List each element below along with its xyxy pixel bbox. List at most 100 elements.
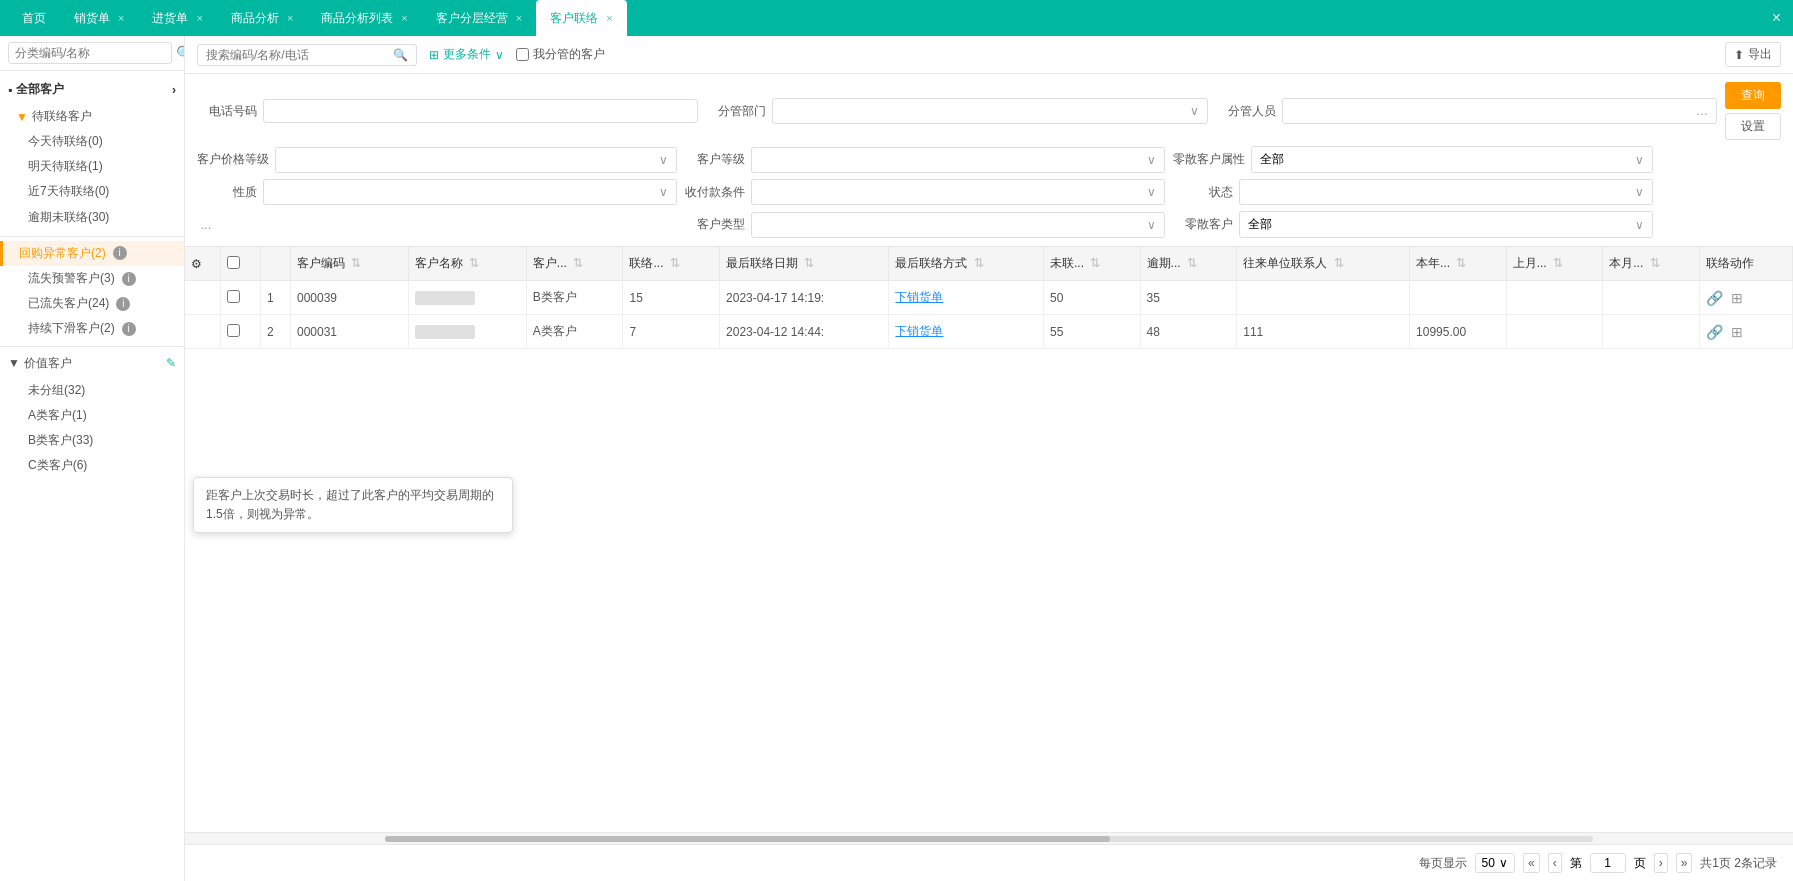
sort-icon-uncontacted[interactable]: ⇅ (1090, 256, 1100, 270)
nav-item-customer-layer[interactable]: 客户分层经营 × (422, 0, 536, 36)
export-button[interactable]: ⬆ 导出 (1725, 42, 1781, 67)
sort-icon-type[interactable]: ⇅ (573, 256, 583, 270)
person-select[interactable]: … (1282, 98, 1717, 124)
sidebar-item-a-class[interactable]: A类客户(1) (0, 403, 184, 428)
customer-type-select[interactable]: ∨ (751, 212, 1165, 238)
last-page-btn[interactable]: » (1676, 853, 1693, 873)
my-customers-checkbox[interactable] (516, 48, 529, 61)
th-contact[interactable]: 联络... ⇅ (623, 247, 720, 281)
sidebar-search-icon[interactable]: 🔍 (176, 45, 185, 61)
cell-checkbox-1[interactable] (221, 281, 261, 315)
next-page-btn[interactable]: › (1654, 853, 1668, 873)
sidebar-item-b-class[interactable]: B类客户(33) (0, 428, 184, 453)
sort-icon-this-month[interactable]: ⇅ (1650, 256, 1660, 270)
sidebar-item-churned[interactable]: 已流失客户(24) i (0, 291, 184, 316)
sidebar-item-overdue[interactable]: 逾期未联络(30) (0, 205, 184, 230)
nav-close-product-list[interactable]: × (401, 0, 407, 36)
nav-close-purchase[interactable]: × (196, 0, 202, 36)
sidebar-value-section[interactable]: ▼ 价值客户 ✎ (0, 351, 184, 376)
retail-attr-select[interactable]: 全部 ∨ (1251, 146, 1653, 173)
nav-item-home[interactable]: 首页 (8, 0, 60, 36)
nav-close-sales[interactable]: × (118, 0, 124, 36)
per-page-select[interactable]: 50 ∨ (1475, 853, 1515, 873)
th-customer-type[interactable]: 客户... ⇅ (526, 247, 623, 281)
sidebar-item-churn-warning[interactable]: 流失预警客户(3) i (0, 266, 184, 291)
nav-item-product-analysis[interactable]: 商品分析 × (217, 0, 307, 36)
sort-icon-code[interactable]: ⇅ (351, 256, 361, 270)
th-checkbox[interactable] (221, 247, 261, 281)
edit-icon[interactable]: ✎ (166, 356, 176, 370)
sidebar-item-repurchase-anomaly[interactable]: 回购异常客户(2) i (0, 241, 184, 266)
sort-icon-unit-contact[interactable]: ⇅ (1334, 256, 1344, 270)
cell-method-2[interactable]: 下销货单 (889, 315, 1044, 349)
cell-checkbox-2[interactable] (221, 315, 261, 349)
sidebar-item-c-class[interactable]: C类客户(6) (0, 453, 184, 478)
scroll-thumb[interactable] (385, 836, 1110, 842)
gender-select[interactable]: ∨ (263, 179, 677, 205)
more-conditions-btn[interactable]: ⊞ 更多条件 ∨ (429, 46, 504, 63)
prev-page-btn[interactable]: ‹ (1548, 853, 1562, 873)
customer-level-select[interactable]: ∨ (751, 147, 1165, 173)
sort-icon-last-month[interactable]: ⇅ (1553, 256, 1563, 270)
sort-icon-name[interactable]: ⇅ (469, 256, 479, 270)
nav-item-sales[interactable]: 销货单 × (60, 0, 138, 36)
th-last-month[interactable]: 上月... ⇅ (1506, 247, 1603, 281)
scroll-track[interactable] (385, 836, 1593, 842)
price-level-select[interactable]: ∨ (275, 147, 677, 173)
sidebar-item-ungroup[interactable]: 未分组(32) (0, 378, 184, 403)
th-unit-contact[interactable]: 往来单位联系人 ⇅ (1237, 247, 1410, 281)
th-customer-name[interactable]: 客户名称 ⇅ (408, 247, 526, 281)
page-input[interactable] (1590, 853, 1626, 873)
dept-select[interactable]: ∨ (772, 98, 1207, 124)
retail-customer-select[interactable]: 全部 ∨ (1239, 211, 1653, 238)
sidebar-all-customers[interactable]: ▪ 全部客户 › (0, 77, 184, 102)
action-grid-icon-1[interactable]: ⊞ (1731, 290, 1743, 306)
settings-button[interactable]: 设置 (1725, 113, 1781, 140)
row-checkbox-2[interactable] (227, 324, 240, 337)
sidebar-search-input[interactable] (8, 42, 172, 64)
churn-warning-info-icon[interactable]: i (122, 272, 136, 286)
churned-info-icon[interactable]: i (116, 297, 130, 311)
filter-more-dots[interactable]: ... (197, 218, 215, 232)
th-uncontacted[interactable]: 未联... ⇅ (1044, 247, 1141, 281)
nav-close-all-button[interactable]: × (1772, 9, 1781, 27)
my-customers-check[interactable]: 我分管的客户 (516, 46, 605, 63)
sort-icon-this-year[interactable]: ⇅ (1456, 256, 1466, 270)
sidebar-waiting-title[interactable]: ▼ 待联络客户 (0, 104, 184, 129)
action-link-icon-1[interactable]: 🔗 (1706, 290, 1723, 306)
repurchase-info-icon[interactable]: i (113, 246, 127, 260)
status-select[interactable]: ∨ (1239, 179, 1653, 205)
phone-input[interactable] (263, 99, 698, 123)
table-area[interactable]: ⚙ 客户编码 ⇅ 客户名称 ⇅ 客户... ⇅ (185, 247, 1793, 832)
nav-close-customer-contact[interactable]: × (606, 0, 612, 36)
nav-close-product-analysis[interactable]: × (287, 0, 293, 36)
th-last-contact-date[interactable]: 最后联络日期 ⇅ (720, 247, 889, 281)
sort-icon-contact[interactable]: ⇅ (670, 256, 680, 270)
nav-item-customer-contact[interactable]: 客户联络 × (536, 0, 626, 36)
cell-method-1[interactable]: 下销货单 (889, 281, 1044, 315)
method-link-2[interactable]: 下销货单 (895, 324, 943, 338)
sort-icon-overdue[interactable]: ⇅ (1187, 256, 1197, 270)
sort-icon-date[interactable]: ⇅ (804, 256, 814, 270)
sidebar-item-7days[interactable]: 近7天待联络(0) (0, 179, 184, 204)
th-overdue[interactable]: 逾期... ⇅ (1140, 247, 1237, 281)
th-this-year[interactable]: 本年... ⇅ (1410, 247, 1507, 281)
filter-search-icon[interactable]: 🔍 (393, 48, 408, 62)
first-page-btn[interactable]: « (1523, 853, 1540, 873)
sidebar-item-today[interactable]: 今天待联络(0) (0, 129, 184, 154)
th-settings[interactable]: ⚙ (185, 247, 221, 281)
action-link-icon-2[interactable]: 🔗 (1706, 324, 1723, 340)
th-this-month[interactable]: 本月... ⇅ (1603, 247, 1700, 281)
collapse-icon[interactable]: › (172, 83, 176, 97)
declining-info-icon[interactable]: i (122, 322, 136, 336)
query-button[interactable]: 查询 (1725, 82, 1781, 109)
sidebar-item-tomorrow[interactable]: 明天待联络(1) (0, 154, 184, 179)
method-link-1[interactable]: 下销货单 (895, 290, 943, 304)
nav-item-product-list[interactable]: 商品分析列表 × (307, 0, 421, 36)
sort-icon-method[interactable]: ⇅ (974, 256, 984, 270)
nav-item-purchase[interactable]: 进货单 × (138, 0, 216, 36)
action-grid-icon-2[interactable]: ⊞ (1731, 324, 1743, 340)
th-customer-code[interactable]: 客户编码 ⇅ (290, 247, 408, 281)
select-all-checkbox[interactable] (227, 256, 240, 269)
search-input[interactable] (206, 48, 387, 62)
